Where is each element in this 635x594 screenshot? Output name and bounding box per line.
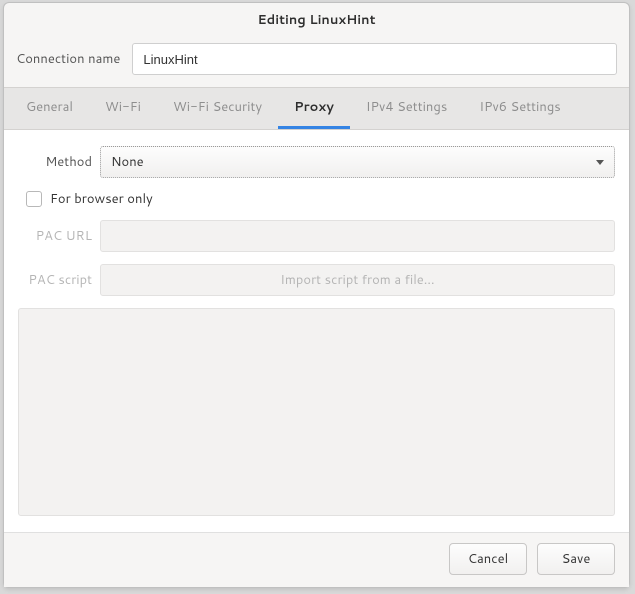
dialog-footer: Cancel Save bbox=[4, 533, 629, 587]
pac-url-row: PAC URL bbox=[18, 220, 615, 252]
save-button[interactable]: Save bbox=[537, 543, 615, 575]
tab-ipv4-settings[interactable]: IPv4 Settings bbox=[350, 88, 463, 129]
connection-name-label: Connection name bbox=[16, 50, 120, 68]
connection-name-input[interactable] bbox=[132, 43, 617, 75]
tab-wifi-security[interactable]: Wi-Fi Security bbox=[157, 88, 278, 129]
browser-only-row: For browser only bbox=[18, 190, 615, 208]
pac-script-label: PAC script bbox=[18, 271, 92, 289]
dialog-title: Editing LinuxHint bbox=[4, 3, 629, 39]
tab-bar: General Wi-Fi Wi-Fi Security Proxy IPv4 … bbox=[4, 87, 629, 130]
import-script-label: Import script from a file… bbox=[280, 271, 434, 289]
tab-ipv6-settings[interactable]: IPv6 Settings bbox=[463, 88, 576, 129]
tab-proxy[interactable]: Proxy bbox=[278, 88, 350, 129]
proxy-panel: Method None For browser only PAC URL PAC… bbox=[4, 130, 629, 533]
browser-only-label: For browser only bbox=[50, 190, 153, 208]
method-label: Method bbox=[18, 153, 92, 171]
method-value: None bbox=[111, 153, 144, 171]
pac-script-row: PAC script Import script from a file… bbox=[18, 264, 615, 296]
dialog-window: Editing LinuxHint Connection name Genera… bbox=[3, 2, 630, 588]
browser-only-checkbox[interactable] bbox=[26, 191, 42, 207]
chevron-down-icon bbox=[596, 160, 604, 165]
import-script-button: Import script from a file… bbox=[100, 264, 615, 296]
connection-name-row: Connection name bbox=[4, 39, 629, 87]
method-select[interactable]: None bbox=[100, 146, 615, 178]
method-row: Method None bbox=[18, 146, 615, 178]
cancel-button[interactable]: Cancel bbox=[449, 543, 527, 575]
pac-script-textarea bbox=[18, 308, 615, 516]
tab-wifi[interactable]: Wi-Fi bbox=[89, 88, 157, 129]
pac-url-input bbox=[100, 220, 615, 252]
tab-general[interactable]: General bbox=[10, 88, 89, 129]
pac-url-label: PAC URL bbox=[18, 227, 92, 245]
